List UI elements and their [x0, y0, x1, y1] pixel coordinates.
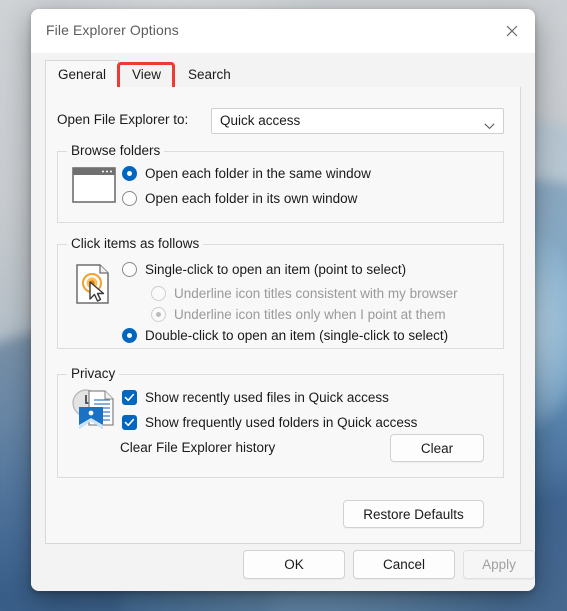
radio-double-click[interactable]: Double-click to open an item (single-cli…	[122, 328, 448, 343]
cancel-button-label: Cancel	[382, 557, 426, 572]
radio-underline-consistent-label: Underline icon titles consistent with my…	[174, 286, 458, 301]
radio-single-click[interactable]: Single-click to open an item (point to s…	[122, 262, 406, 277]
radio-indicator	[151, 307, 166, 322]
restore-defaults-button[interactable]: Restore Defaults	[343, 500, 484, 528]
radio-indicator	[122, 191, 137, 206]
dialog-footer: OK Cancel Apply	[31, 544, 535, 591]
dialog-body: General View Search Open File Explorer t…	[31, 53, 535, 591]
open-file-explorer-to-label: Open File Explorer to:	[57, 112, 189, 127]
tab-search-label: Search	[188, 66, 231, 82]
radio-double-click-label: Double-click to open an item (single-cli…	[145, 328, 449, 343]
close-icon[interactable]	[489, 9, 535, 53]
radio-indicator	[122, 166, 137, 181]
open-file-explorer-to-row: Open File Explorer to: Quick access	[57, 108, 504, 134]
ok-button[interactable]: OK	[243, 550, 345, 579]
radio-open-own-window-label: Open each folder in its own window	[145, 191, 358, 206]
checkbox-show-recent-files-label: Show recently used files in Quick access	[145, 390, 389, 405]
cancel-button[interactable]: Cancel	[353, 550, 455, 579]
checkbox-show-frequent-folders[interactable]: Show frequently used folders in Quick ac…	[122, 415, 417, 430]
ok-button-label: OK	[284, 557, 304, 572]
chevron-down-icon	[484, 117, 495, 135]
radio-indicator	[151, 286, 166, 301]
clear-history-label: Clear File Explorer history	[120, 440, 276, 455]
checkbox-indicator	[122, 390, 137, 405]
tab-search[interactable]: Search	[175, 60, 244, 88]
tab-strip: General View Search	[45, 60, 521, 96]
tab-view[interactable]: View	[119, 60, 174, 88]
general-tab-panel: Open File Explorer to: Quick access Brow…	[45, 87, 521, 544]
desktop-background: File Explorer Options General View Searc…	[0, 0, 567, 611]
radio-open-own-window[interactable]: Open each folder in its own window	[122, 191, 357, 206]
browse-folders-title: Browse folders	[67, 143, 165, 158]
click-items-title: Click items as follows	[67, 236, 204, 251]
window-title: File Explorer Options	[46, 22, 179, 38]
radio-open-same-window[interactable]: Open each folder in the same window	[122, 166, 371, 181]
tab-general[interactable]: General	[45, 60, 120, 88]
tab-general-label: General	[58, 66, 107, 82]
window-frame-icon	[72, 167, 116, 208]
radio-underline-consistent: Underline icon titles consistent with my…	[151, 286, 458, 301]
open-file-explorer-to-dropdown[interactable]: Quick access	[211, 108, 504, 134]
apply-button: Apply	[463, 550, 535, 579]
click-items-group: Click items as follows Single-click to o…	[57, 236, 504, 349]
recent-files-clock-icon	[67, 387, 119, 438]
radio-underline-on-point: Underline icon titles only when I point …	[151, 307, 446, 322]
checkbox-show-recent-files[interactable]: Show recently used files in Quick access	[122, 390, 389, 405]
clear-button-label: Clear	[420, 440, 454, 456]
restore-defaults-button-label: Restore Defaults	[363, 506, 464, 522]
radio-indicator	[122, 328, 137, 343]
title-bar: File Explorer Options	[31, 9, 535, 53]
privacy-group: Privacy Show recently used files in Quic…	[57, 366, 504, 478]
checkbox-show-frequent-folders-label: Show frequently used folders in Quick ac…	[145, 415, 418, 430]
radio-underline-on-point-label: Underline icon titles only when I point …	[174, 307, 446, 322]
tab-view-label: View	[132, 66, 162, 82]
radio-indicator	[122, 262, 137, 277]
apply-button-label: Apply	[482, 557, 516, 572]
radio-open-same-window-label: Open each folder in the same window	[145, 166, 371, 181]
checkbox-indicator	[122, 415, 137, 430]
radio-single-click-label: Single-click to open an item (point to s…	[145, 262, 407, 277]
privacy-title: Privacy	[67, 366, 120, 381]
clear-button[interactable]: Clear	[390, 434, 484, 462]
document-click-cursor-icon	[75, 263, 115, 310]
file-explorer-options-dialog: File Explorer Options General View Searc…	[31, 9, 535, 591]
open-file-explorer-to-value: Quick access	[220, 113, 301, 128]
browse-folders-group: Browse folders Open each folder in the s…	[57, 143, 504, 223]
